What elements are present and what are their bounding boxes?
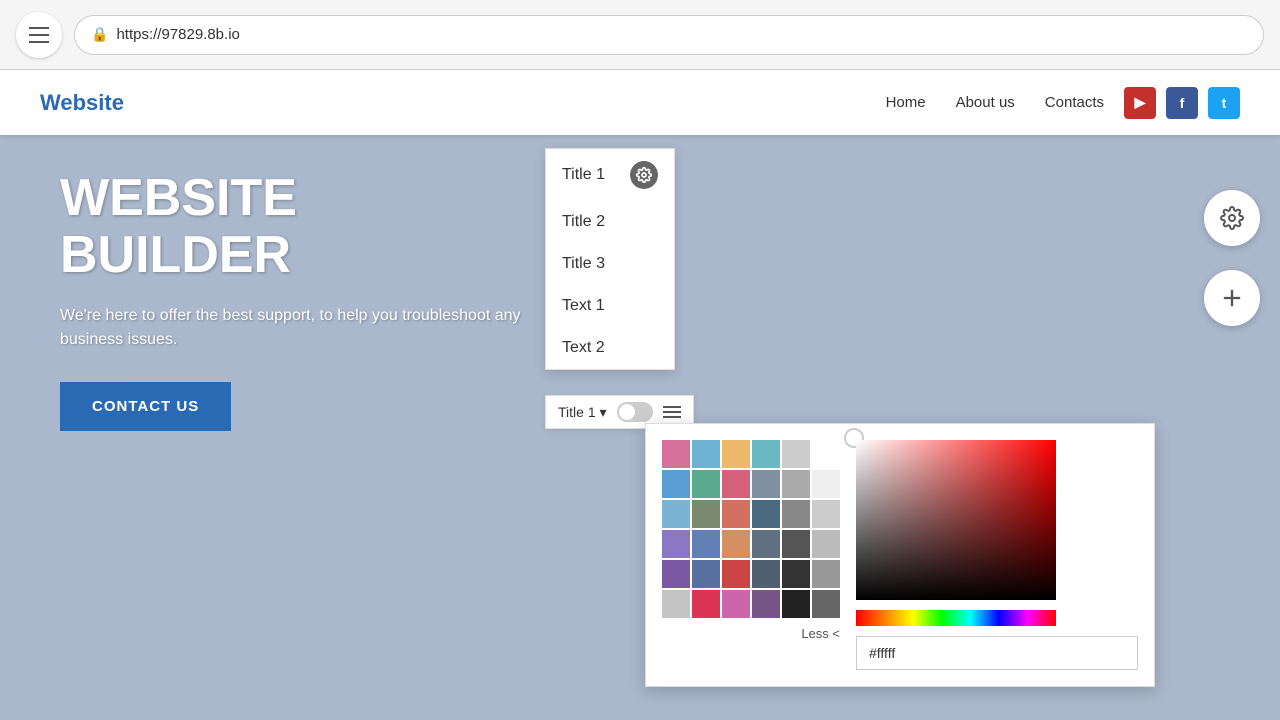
toolbar-toggle[interactable] bbox=[617, 402, 653, 422]
facebook-icon[interactable]: f bbox=[1166, 87, 1198, 119]
color-swatch[interactable] bbox=[782, 590, 810, 618]
nav-links: Home About us Contacts bbox=[886, 94, 1104, 111]
nav-link-about[interactable]: About us bbox=[956, 94, 1015, 111]
color-swatch[interactable] bbox=[812, 500, 840, 528]
browser-window: 🔒 https://97829.8b.io Website Home About… bbox=[0, 0, 1280, 720]
color-swatch[interactable] bbox=[692, 470, 720, 498]
hex-color-input[interactable] bbox=[856, 636, 1138, 670]
color-swatch[interactable] bbox=[662, 560, 690, 588]
color-swatch[interactable] bbox=[692, 530, 720, 558]
menu-line bbox=[29, 34, 49, 36]
dropdown-label-text2: Text 2 bbox=[562, 339, 605, 357]
rainbow-slider[interactable] bbox=[856, 610, 1056, 626]
color-swatch[interactable] bbox=[812, 470, 840, 498]
url-text: https://97829.8b.io bbox=[116, 26, 239, 43]
youtube-icon[interactable]: ▶ bbox=[1124, 87, 1156, 119]
less-button[interactable]: Less < bbox=[662, 626, 840, 641]
plus-icon bbox=[1218, 284, 1246, 312]
color-swatch[interactable] bbox=[812, 530, 840, 558]
address-bar[interactable]: 🔒 https://97829.8b.io bbox=[74, 15, 1264, 55]
website-content: Website Home About us Contacts ▶ f t WEB… bbox=[0, 70, 1280, 720]
dropdown-item-title1[interactable]: Title 1 bbox=[546, 149, 674, 201]
color-swatch[interactable] bbox=[752, 530, 780, 558]
align-line bbox=[663, 411, 681, 413]
color-swatch[interactable] bbox=[722, 500, 750, 528]
dropdown-item-title2[interactable]: Title 2 bbox=[546, 201, 674, 243]
hero-title: WEBSITE BUILDER bbox=[60, 170, 540, 284]
hero-content: WEBSITE BUILDER We're here to offer the … bbox=[60, 170, 540, 431]
color-swatch[interactable] bbox=[782, 470, 810, 498]
color-swatch[interactable] bbox=[752, 500, 780, 528]
color-swatch[interactable] bbox=[722, 470, 750, 498]
dropdown-label-title3: Title 3 bbox=[562, 255, 605, 273]
color-swatch[interactable] bbox=[752, 470, 780, 498]
color-swatch[interactable] bbox=[812, 560, 840, 588]
settings-badge-icon[interactable] bbox=[630, 161, 658, 189]
color-swatch[interactable] bbox=[812, 590, 840, 618]
browser-menu-button[interactable] bbox=[16, 12, 62, 58]
dropdown-label-title2: Title 2 bbox=[562, 213, 605, 231]
color-swatches-section: Less < bbox=[662, 440, 840, 670]
toolbar-title-selector[interactable]: Title 1 ▾ bbox=[558, 404, 607, 421]
align-line bbox=[663, 416, 681, 418]
dropdown-item-text1[interactable]: Text 1 bbox=[546, 285, 674, 327]
color-gradient-section bbox=[856, 440, 1138, 670]
color-swatch[interactable] bbox=[752, 560, 780, 588]
menu-line bbox=[29, 41, 49, 43]
nav-link-contacts[interactable]: Contacts bbox=[1045, 94, 1104, 111]
add-fab-button[interactable] bbox=[1204, 270, 1260, 326]
color-swatch[interactable] bbox=[782, 560, 810, 588]
gear-small-icon bbox=[636, 167, 652, 183]
dropdown-item-title3[interactable]: Title 3 bbox=[546, 243, 674, 285]
color-swatch[interactable] bbox=[692, 440, 720, 468]
color-swatch[interactable] bbox=[752, 590, 780, 618]
color-swatch[interactable] bbox=[782, 500, 810, 528]
menu-line bbox=[29, 27, 49, 29]
color-swatch[interactable] bbox=[722, 590, 750, 618]
color-swatch[interactable] bbox=[662, 530, 690, 558]
color-swatch[interactable] bbox=[812, 440, 840, 468]
nav-social: ▶ f t bbox=[1124, 87, 1240, 119]
dropdown-label-title1: Title 1 bbox=[562, 166, 605, 184]
color-swatch[interactable] bbox=[692, 590, 720, 618]
color-swatch[interactable] bbox=[662, 590, 690, 618]
toolbar-align-icon[interactable] bbox=[663, 406, 681, 418]
color-swatch[interactable] bbox=[782, 440, 810, 468]
color-swatch[interactable] bbox=[692, 560, 720, 588]
nav-bar: Website Home About us Contacts ▶ f t bbox=[0, 70, 1280, 135]
browser-toolbar: 🔒 https://97829.8b.io bbox=[0, 0, 1280, 70]
nav-link-home[interactable]: Home bbox=[886, 94, 926, 111]
color-gradient-picker[interactable] bbox=[856, 440, 1056, 600]
color-swatch[interactable] bbox=[752, 440, 780, 468]
twitter-icon[interactable]: t bbox=[1208, 87, 1240, 119]
dropdown-item-text2[interactable]: Text 2 bbox=[546, 327, 674, 369]
color-swatch[interactable] bbox=[722, 440, 750, 468]
dropdown-label-text1: Text 1 bbox=[562, 297, 605, 315]
nav-logo: Website bbox=[40, 90, 124, 116]
lock-icon: 🔒 bbox=[91, 26, 108, 43]
color-swatch[interactable] bbox=[722, 560, 750, 588]
contact-us-button[interactable]: CONTACT US bbox=[60, 382, 231, 431]
color-swatch[interactable] bbox=[782, 530, 810, 558]
color-swatch[interactable] bbox=[662, 440, 690, 468]
color-swatch[interactable] bbox=[722, 530, 750, 558]
align-line bbox=[663, 406, 681, 408]
color-picker-panel: Less < bbox=[645, 423, 1155, 687]
color-swatch[interactable] bbox=[662, 470, 690, 498]
color-swatches-grid bbox=[662, 440, 840, 618]
color-swatch[interactable] bbox=[692, 500, 720, 528]
settings-fab-button[interactable] bbox=[1204, 190, 1260, 246]
gear-icon bbox=[1220, 206, 1244, 230]
hero-subtitle: We're here to offer the best support, to… bbox=[60, 304, 540, 352]
dropdown-menu: Title 1 Title 2 Title 3 Text 1 Text 2 bbox=[545, 148, 675, 370]
color-swatch[interactable] bbox=[662, 500, 690, 528]
